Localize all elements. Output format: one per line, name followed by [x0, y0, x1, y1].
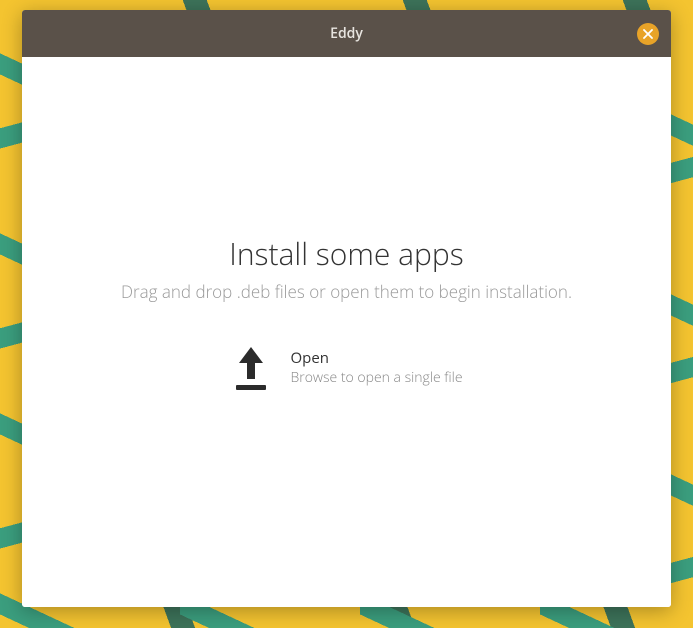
- open-text: Open Browse to open a single file: [290, 349, 462, 387]
- window-title: Eddy: [330, 24, 363, 43]
- open-label: Open: [290, 349, 462, 369]
- close-button[interactable]: [637, 23, 659, 45]
- app-window: Eddy Install some apps Drag and drop .de…: [22, 10, 671, 607]
- titlebar[interactable]: Eddy: [22, 10, 671, 57]
- upload-icon: [230, 345, 272, 391]
- subheading: Drag and drop .deb files or open them to…: [121, 280, 572, 303]
- open-button[interactable]: Open Browse to open a single file: [230, 345, 462, 391]
- close-icon: [643, 29, 653, 39]
- heading: Install some apps: [229, 233, 463, 274]
- main-content[interactable]: Install some apps Drag and drop .deb fil…: [22, 57, 671, 607]
- open-subtitle: Browse to open a single file: [290, 369, 462, 387]
